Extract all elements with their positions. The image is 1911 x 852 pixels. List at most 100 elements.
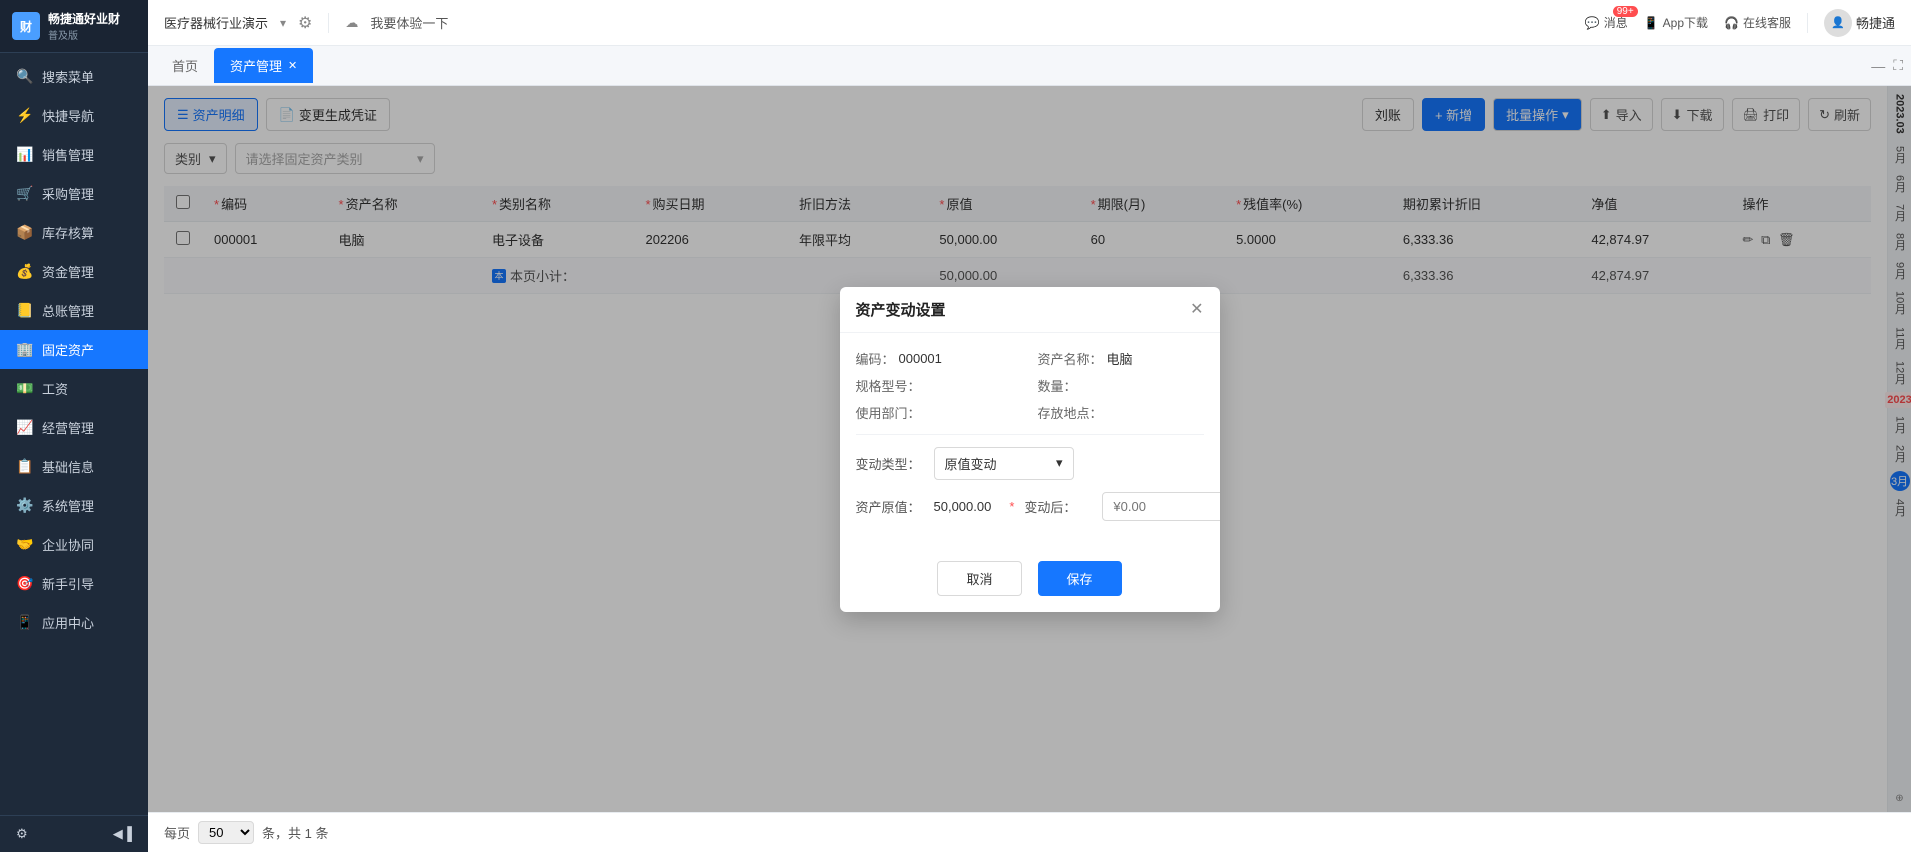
- modal-footer: 取消 保存: [840, 549, 1220, 612]
- headset-icon: 🎧: [1724, 16, 1739, 30]
- after-change-input[interactable]: [1102, 492, 1219, 521]
- download-button[interactable]: 📱 App下载: [1644, 14, 1708, 31]
- sidebar-item-label: 快捷导航: [42, 106, 94, 125]
- page-size-prefix: 每页: [164, 823, 190, 842]
- sidebar-header: 财 畅捷通好业财 普及版: [0, 0, 148, 53]
- tab-close-icon[interactable]: ✕: [288, 59, 297, 72]
- info-icon: 📋: [16, 458, 34, 476]
- tab-assets[interactable]: 资产管理 ✕: [214, 48, 313, 83]
- sidebar-item-label: 基础信息: [42, 457, 94, 476]
- sidebar-item-label: 企业协同: [42, 535, 94, 554]
- modal-quantity-field: 数量：: [1038, 376, 1204, 395]
- sidebar-item-label: 资金管理: [42, 262, 94, 281]
- modal-divider: [856, 434, 1204, 435]
- modal-body: 编码： 000001 资产名称： 电脑 规格型号： 数量：: [840, 333, 1220, 549]
- sidebar-item-system[interactable]: ⚙️ 系统管理: [0, 486, 148, 525]
- asset-change-modal: 资产变动设置 ✕ 编码： 000001 资产名称： 电脑: [840, 287, 1220, 612]
- sidebar-item-label: 采购管理: [42, 184, 94, 203]
- save-button[interactable]: 保存: [1038, 561, 1122, 596]
- modal-dept-field: 使用部门：: [856, 403, 1022, 422]
- modal-spec-label: 规格型号：: [856, 376, 921, 395]
- original-value-display: 50,000.00: [934, 493, 1002, 520]
- company-dropdown-icon[interactable]: ▾: [280, 16, 286, 30]
- tab-home[interactable]: 首页: [156, 48, 214, 83]
- settings-button[interactable]: ⚙: [298, 13, 312, 33]
- tab-home-label: 首页: [172, 56, 198, 75]
- sidebar-item-ledger[interactable]: 📒 总账管理: [0, 291, 148, 330]
- flash-icon: ⚡: [16, 107, 34, 125]
- messages-button[interactable]: 💬 消息 99+: [1585, 14, 1628, 31]
- company-name: 医疗器械行业演示: [164, 13, 268, 32]
- download-label: App下载: [1663, 14, 1708, 31]
- modal-overlay: 资产变动设置 ✕ 编码： 000001 资产名称： 电脑: [148, 86, 1911, 812]
- settings-icon[interactable]: ⚙: [16, 826, 28, 842]
- sidebar-item-label: 库存核算: [42, 223, 94, 242]
- change-type-chevron-icon: ▾: [1056, 455, 1063, 471]
- money-icon: 💰: [16, 263, 34, 281]
- modal-code-value: 000001: [899, 351, 942, 366]
- sidebar-item-operations[interactable]: 📈 经营管理: [0, 408, 148, 447]
- sidebar-item-label: 系统管理: [42, 496, 94, 515]
- sidebar-item-purchase[interactable]: 🛒 采购管理: [0, 174, 148, 213]
- modal-name-value: 电脑: [1107, 349, 1133, 368]
- sidebar-item-appstore[interactable]: 📱 应用中心: [0, 603, 148, 642]
- collapse-icon[interactable]: ◀▐: [113, 826, 132, 842]
- modal-name-field: 资产名称： 电脑: [1038, 349, 1204, 368]
- sidebar-item-guide[interactable]: 🎯 新手引导: [0, 564, 148, 603]
- sidebar-item-quicknav[interactable]: ⚡ 快捷导航: [0, 96, 148, 135]
- box-icon: 📦: [16, 224, 34, 242]
- original-value-row: 资产原值： 50,000.00 * 变动后：: [856, 492, 1204, 521]
- change-type-select[interactable]: 原值变动 ▾: [934, 447, 1074, 480]
- app-icon: 📱: [16, 614, 34, 632]
- original-value-label: 资产原值：: [856, 497, 926, 516]
- user-label: 畅捷通: [1856, 13, 1895, 32]
- tab-minimize-icon[interactable]: —: [1871, 58, 1885, 74]
- chart-icon: 📊: [16, 146, 34, 164]
- user-info[interactable]: 👤 畅捷通: [1824, 9, 1895, 37]
- sidebar-item-assets[interactable]: 🏢 固定资产: [0, 330, 148, 369]
- cart-icon: 🛒: [16, 185, 34, 203]
- app-name: 畅捷通好业财: [48, 10, 120, 27]
- sidebar-item-search[interactable]: 🔍 搜索菜单: [0, 57, 148, 96]
- message-icon: 💬: [1585, 16, 1600, 30]
- cancel-button[interactable]: 取消: [937, 561, 1021, 596]
- content-area: ☰ 资产明细 📄 变更生成凭证 刘账 + 新增 批量操作: [148, 86, 1911, 812]
- download-icon: 📱: [1644, 16, 1659, 30]
- modal-code-field: 编码： 000001: [856, 349, 1022, 368]
- main-content: 医疗器械行业演示 ▾ ⚙ ☁ 我要体验一下 💬 消息 99+ 📱 App下载 🎧…: [148, 0, 1911, 852]
- sidebar-item-label: 总账管理: [42, 301, 94, 320]
- experience-label[interactable]: 我要体验一下: [370, 13, 448, 32]
- messages-badge: 99+: [1613, 6, 1638, 17]
- topbar-divider2: [1807, 13, 1808, 33]
- modal-close-button[interactable]: ✕: [1190, 299, 1203, 319]
- sidebar-item-label: 工资: [42, 379, 68, 398]
- page-size-select[interactable]: 50 100 200: [198, 821, 254, 844]
- app-info: 畅捷通好业财 普及版: [48, 10, 120, 42]
- search-icon: 🔍: [16, 68, 34, 86]
- change-type-label: 变动类型：: [856, 454, 926, 473]
- cloud-icon: ☁: [345, 15, 358, 31]
- sidebar-item-basic[interactable]: 📋 基础信息: [0, 447, 148, 486]
- sidebar-item-cooperation[interactable]: 🤝 企业协同: [0, 525, 148, 564]
- required-marker: *: [1009, 499, 1014, 514]
- after-change-label: 变动后：: [1024, 497, 1094, 516]
- modal-title: 资产变动设置: [856, 299, 946, 320]
- tab-assets-label: 资产管理: [230, 56, 282, 75]
- topbar: 医疗器械行业演示 ▾ ⚙ ☁ 我要体验一下 💬 消息 99+ 📱 App下载 🎧…: [148, 0, 1911, 46]
- total-label: 条，共 1 条: [262, 823, 328, 842]
- app-logo: 财: [12, 12, 40, 40]
- service-label: 在线客服: [1743, 14, 1791, 31]
- modal-info-grid: 编码： 000001 资产名称： 电脑 规格型号： 数量：: [856, 349, 1204, 422]
- tabbar-right: — ⛶: [1871, 57, 1903, 74]
- sidebar-item-label: 新手引导: [42, 574, 94, 593]
- sidebar-item-inventory[interactable]: 📦 库存核算: [0, 213, 148, 252]
- sidebar-item-finance[interactable]: 💰 资金管理: [0, 252, 148, 291]
- modal-code-label: 编码：: [856, 349, 895, 368]
- sidebar-item-salary[interactable]: 💵 工资: [0, 369, 148, 408]
- topbar-right: 💬 消息 99+ 📱 App下载 🎧 在线客服 👤 畅捷通: [1585, 9, 1895, 37]
- service-button[interactable]: 🎧 在线客服: [1724, 14, 1791, 31]
- avatar: 👤: [1824, 9, 1852, 37]
- modal-quantity-label: 数量：: [1038, 376, 1077, 395]
- tab-maximize-icon[interactable]: ⛶: [1893, 57, 1903, 74]
- sidebar-item-sales[interactable]: 📊 销售管理: [0, 135, 148, 174]
